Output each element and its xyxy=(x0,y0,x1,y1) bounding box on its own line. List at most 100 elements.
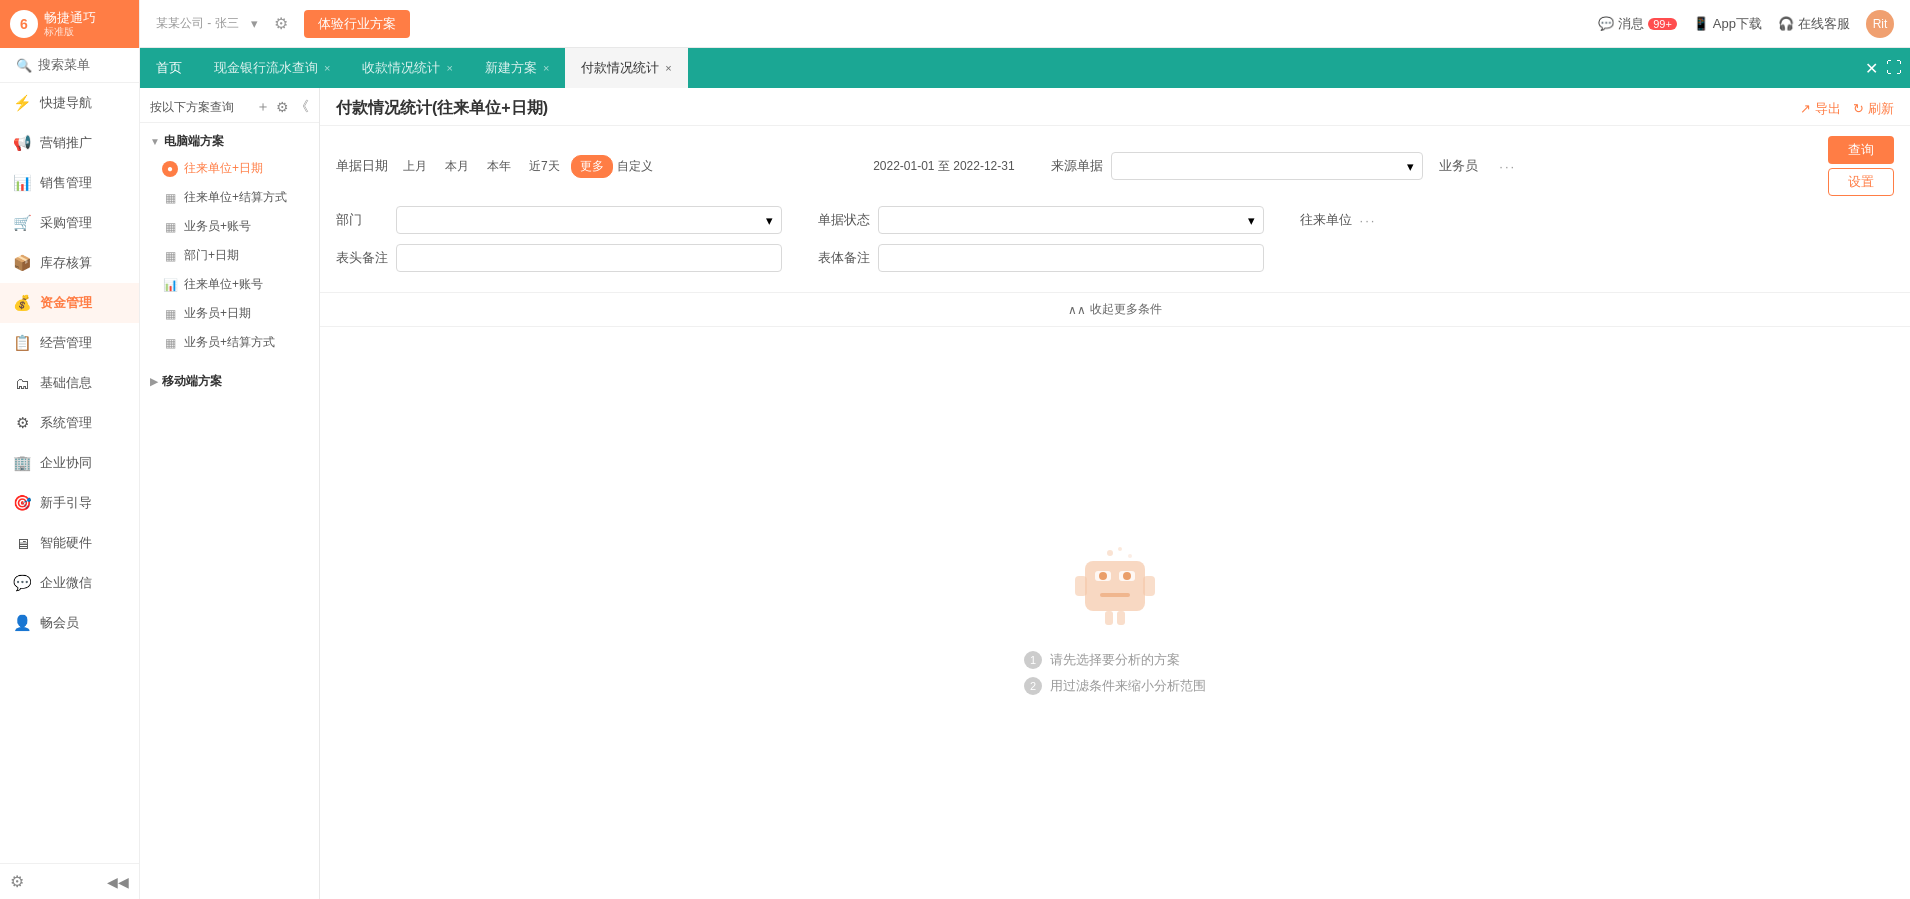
empty-tips: 1 请先选择要分析的方案 2 用过滤条件来缩小分析范围 xyxy=(1024,651,1206,695)
sidebar-item-guide[interactable]: 🎯 新手引导 xyxy=(0,483,139,523)
sidebar-item-purchase[interactable]: 🛒 采购管理 xyxy=(0,203,139,243)
tabbar: 首页 现金银行流水查询 × 收款情况统计 × 新建方案 × 付款情况统计 × ✕… xyxy=(140,48,1910,88)
salesman-label: 业务员 xyxy=(1439,157,1499,175)
scheme-item-counterpart-date[interactable]: ● 往来单位+日期 xyxy=(140,154,319,183)
app-download-btn[interactable]: 📱 App下载 xyxy=(1693,15,1762,33)
weixin-icon: 💬 xyxy=(12,573,32,593)
message-btn[interactable]: 💬 消息 99+ xyxy=(1598,15,1677,33)
scheme-item-dept-date[interactable]: ▦ 部门+日期 xyxy=(140,241,319,270)
sidebar-item-marketing[interactable]: 📢 营销推广 xyxy=(0,123,139,163)
avatar[interactable]: Rit xyxy=(1866,10,1894,38)
sidebar-item-member[interactable]: 👤 畅会员 xyxy=(0,603,139,643)
sidebar-item-weixin[interactable]: 💬 企业微信 xyxy=(0,563,139,603)
tab-new-scheme[interactable]: 新建方案 × xyxy=(469,48,565,88)
scheme-item-salesman-date[interactable]: ▦ 业务员+日期 xyxy=(140,299,319,328)
sidebar-settings-icon[interactable]: ⚙ xyxy=(10,872,24,891)
dept-label: 部门 xyxy=(336,211,396,229)
collapse-more-btn[interactable]: ∧∧ 收起更多条件 xyxy=(320,292,1910,327)
quick-nav-icon: ⚡ xyxy=(12,93,32,113)
settings-btn[interactable]: 设置 xyxy=(1828,168,1894,196)
sidebar-item-sales[interactable]: 📊 销售管理 xyxy=(0,163,139,203)
scheme-panel: 按以下方案查询 ＋ ⚙ 《 ▼ 电脑端方案 ● 往来单位+日期 ▦ xyxy=(140,88,320,899)
settings-icon[interactable]: ⚙ xyxy=(274,14,288,33)
sidebar-item-hardware[interactable]: 🖥 智能硬件 xyxy=(0,523,139,563)
last-month-btn[interactable]: 上月 xyxy=(396,155,434,178)
tab-payment-stats[interactable]: 付款情况统计 × xyxy=(565,48,687,88)
table-header-note-label: 表头备注 xyxy=(336,249,396,267)
sidebar-item-enterprise[interactable]: 🏢 企业协同 xyxy=(0,443,139,483)
close-all-tabs-icon[interactable]: ✕ xyxy=(1865,59,1878,78)
tabbar-actions: ✕ ⛶ xyxy=(1865,59,1910,78)
empty-tip-2: 2 用过滤条件来缩小分析范围 xyxy=(1024,677,1206,695)
tab-close-new-scheme[interactable]: × xyxy=(543,62,549,74)
this-month-btn[interactable]: 本月 xyxy=(438,155,476,178)
dept-select[interactable]: ▾ xyxy=(396,206,782,234)
search-icon: 🔍 xyxy=(16,58,32,73)
sidebar-item-quick-nav[interactable]: ⚡ 快捷导航 xyxy=(0,83,139,123)
add-scheme-icon[interactable]: ＋ xyxy=(256,98,270,116)
member-icon: 👤 xyxy=(12,613,32,633)
tab-close-receipts-stats[interactable]: × xyxy=(446,62,452,74)
scheme-item-salesman-account[interactable]: ▦ 业务员+账号 xyxy=(140,212,319,241)
source-bill-field: 来源单据 ▾ xyxy=(1051,152,1424,180)
bill-status-dropdown-icon: ▾ xyxy=(1248,213,1255,228)
main: 某某公司 - 张三 ▾ ⚙ 体验行业方案 💬 消息 99+ 📱 App下载 🎧 … xyxy=(140,0,1910,899)
desktop-section-title[interactable]: ▼ 电脑端方案 xyxy=(140,129,319,154)
sidebar-item-inventory[interactable]: 📦 库存核算 xyxy=(0,243,139,283)
collapse-scheme-icon[interactable]: 《 xyxy=(295,98,309,116)
last-7days-btn[interactable]: 近7天 xyxy=(522,155,567,178)
salesman-dots-btn[interactable]: ··· xyxy=(1499,159,1516,174)
export-btn[interactable]: ↗ 导出 xyxy=(1800,100,1841,118)
finance-icon: 💰 xyxy=(12,293,32,313)
trial-btn[interactable]: 体验行业方案 xyxy=(304,10,410,38)
sidebar-item-finance[interactable]: 💰 资金管理 xyxy=(0,283,139,323)
expand-icon[interactable]: ⛶ xyxy=(1886,59,1902,77)
sidebar-item-basic-info[interactable]: 🗂 基础信息 xyxy=(0,363,139,403)
tab-home[interactable]: 首页 xyxy=(140,48,198,88)
refresh-btn[interactable]: ↻ 刷新 xyxy=(1853,100,1894,118)
table-body-note-input[interactable] xyxy=(878,244,1264,272)
bill-status-select[interactable]: ▾ xyxy=(878,206,1264,234)
topbar-left: 某某公司 - 张三 ▾ ⚙ 体验行业方案 xyxy=(156,10,410,38)
company-dropdown-icon[interactable]: ▾ xyxy=(251,16,258,31)
mobile-section-title[interactable]: ▶ 移动端方案 xyxy=(140,369,319,394)
filter-row-1: 单据日期 上月 本月 本年 近7天 更多 自定义 xyxy=(336,136,1894,196)
filter-area: 付款情况统计(往来单位+日期) ↗ 导出 ↻ 刷新 单 xyxy=(320,88,1910,899)
table-header-note-input[interactable] xyxy=(396,244,782,272)
export-icon: ↗ xyxy=(1800,101,1811,116)
counterpart-dots-btn[interactable]: ··· xyxy=(1360,213,1377,228)
date-shortcuts: 上月 本月 本年 近7天 更多 自定义 xyxy=(396,155,653,178)
sidebar-item-system[interactable]: ⚙ 系统管理 xyxy=(0,403,139,443)
scheme-panel-icons: ＋ ⚙ 《 xyxy=(256,98,309,116)
service-icon: 🎧 xyxy=(1778,16,1794,31)
tab-bank-flow[interactable]: 现金银行流水查询 × xyxy=(198,48,346,88)
mobile-arrow-icon: ▶ xyxy=(150,376,158,387)
scheme-item-counterpart-payment[interactable]: ▦ 往来单位+结算方式 xyxy=(140,183,319,212)
empty-illustration xyxy=(1055,531,1175,631)
page-content: 按以下方案查询 ＋ ⚙ 《 ▼ 电脑端方案 ● 往来单位+日期 ▦ xyxy=(140,88,1910,899)
sidebar: 6 畅捷通巧 标准版 🔍 搜索菜单 ⚡ 快捷导航 📢 营销推广 📊 销售管理 🛒… xyxy=(0,0,140,899)
query-btn[interactable]: 查询 xyxy=(1828,136,1894,164)
sidebar-collapse-icon[interactable]: ◀◀ xyxy=(107,874,129,890)
online-service-btn[interactable]: 🎧 在线客服 xyxy=(1778,15,1850,33)
basic-info-icon: 🗂 xyxy=(12,373,32,393)
scheme-item-counterpart-account[interactable]: 📊 往来单位+账号 xyxy=(140,270,319,299)
tab-close-payment-stats[interactable]: × xyxy=(665,62,671,74)
mobile-schemes-section: ▶ 移动端方案 xyxy=(140,363,319,400)
manage-scheme-icon[interactable]: ⚙ xyxy=(276,99,289,115)
counterpart-date-icon: ● xyxy=(162,161,178,177)
header-actions: ↗ 导出 ↻ 刷新 xyxy=(1800,100,1894,118)
bill-status-field: 单据状态 ▾ xyxy=(818,206,1264,234)
this-year-btn[interactable]: 本年 xyxy=(480,155,518,178)
sidebar-item-operations[interactable]: 📋 经营管理 xyxy=(0,323,139,363)
tab-receipts-stats[interactable]: 收款情况统计 × xyxy=(346,48,468,88)
svg-rect-2 xyxy=(1143,576,1155,596)
enterprise-icon: 🏢 xyxy=(12,453,32,473)
scheme-item-salesman-payment[interactable]: ▦ 业务员+结算方式 xyxy=(140,328,319,357)
svg-rect-9 xyxy=(1117,611,1125,625)
search-menu[interactable]: 🔍 搜索菜单 xyxy=(0,48,139,83)
tab-close-bank-flow[interactable]: × xyxy=(324,62,330,74)
more-btn[interactable]: 更多 xyxy=(571,155,613,178)
source-bill-select[interactable]: ▾ xyxy=(1111,152,1424,180)
svg-rect-7 xyxy=(1100,593,1130,597)
